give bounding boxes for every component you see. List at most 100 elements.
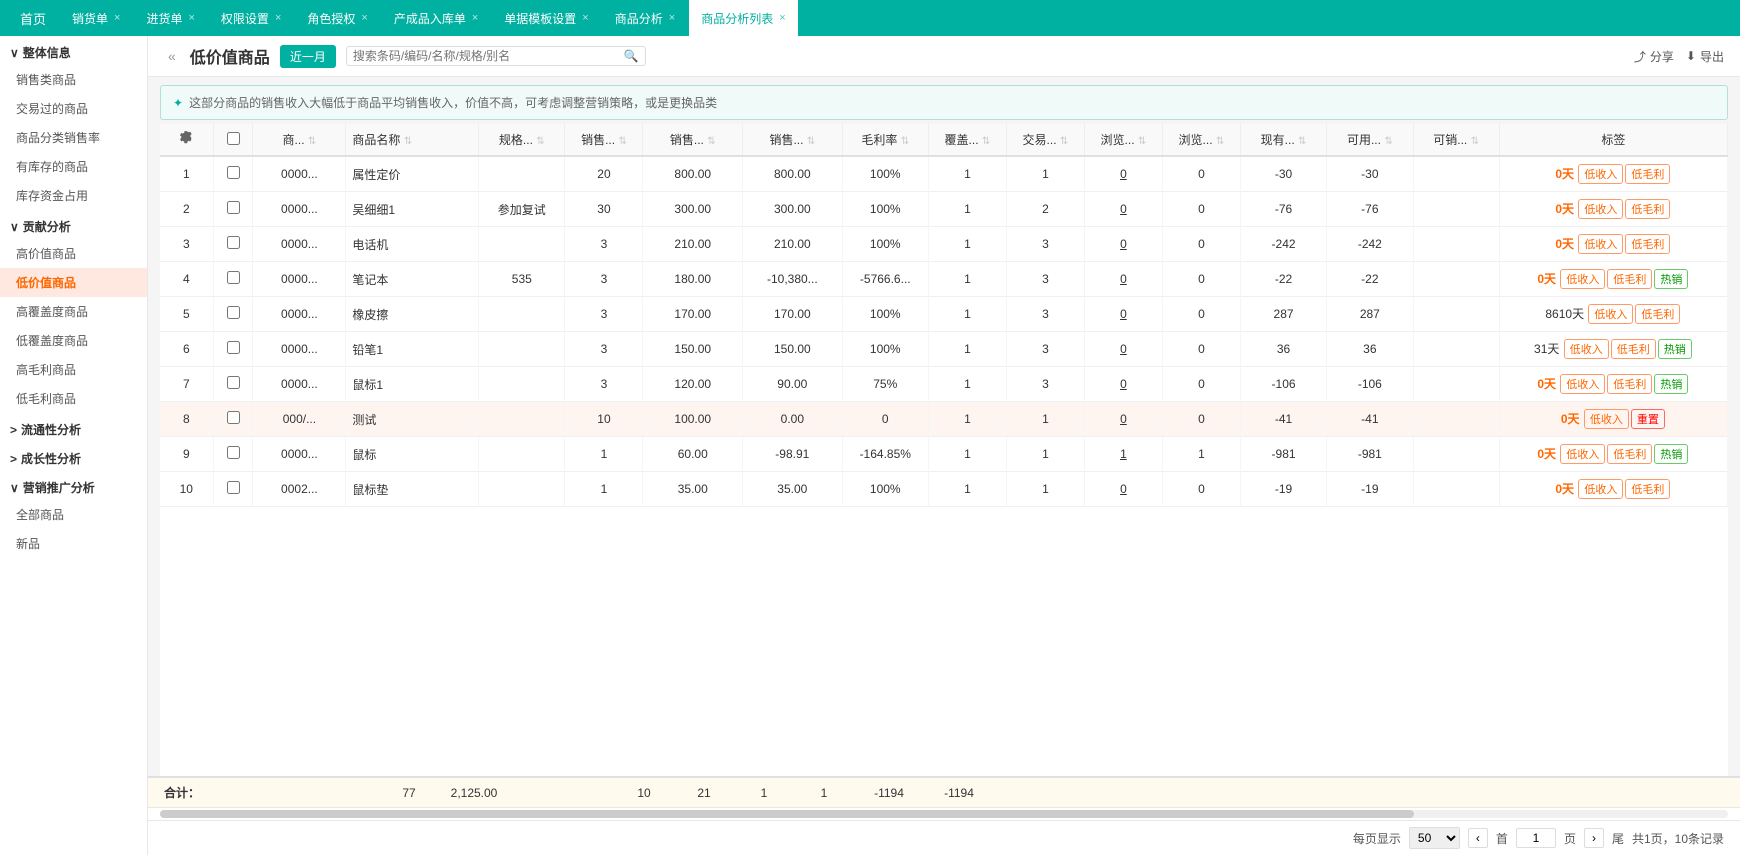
- browse1-link[interactable]: 0: [1120, 202, 1127, 216]
- share-button[interactable]: ⤴ 分享: [1634, 48, 1674, 65]
- sidebar-item-low-value[interactable]: 低价值商品: [0, 268, 147, 297]
- th-checkbox[interactable]: [213, 124, 253, 156]
- browse1-link[interactable]: 0: [1120, 307, 1127, 321]
- browse1-link[interactable]: 0: [1120, 342, 1127, 356]
- row-check[interactable]: [213, 332, 253, 367]
- nav-close-sales[interactable]: ×: [114, 12, 120, 24]
- nav-item-sales[interactable]: 销货单 ×: [60, 0, 132, 36]
- search-input[interactable]: [353, 49, 624, 63]
- row-browse1[interactable]: 0: [1084, 192, 1162, 227]
- row-checkbox[interactable]: [227, 411, 240, 424]
- row-check[interactable]: [213, 227, 253, 262]
- search-icon[interactable]: 🔍: [624, 49, 639, 63]
- row-check[interactable]: [213, 192, 253, 227]
- row-checkbox[interactable]: [227, 236, 240, 249]
- sidebar-item-traded-goods[interactable]: 交易过的商品: [0, 94, 147, 123]
- th-spec[interactable]: 规格... ⇅: [479, 124, 565, 156]
- row-checkbox[interactable]: [227, 481, 240, 494]
- nav-close-permissions[interactable]: ×: [275, 12, 281, 24]
- nav-item-roles[interactable]: 角色授权 ×: [295, 0, 379, 36]
- select-all-checkbox[interactable]: [227, 132, 240, 145]
- sidebar-item-stock-capital[interactable]: 库存资金占用: [0, 181, 147, 210]
- nav-item-goods-list[interactable]: 商品分析列表 ×: [689, 0, 797, 36]
- row-check[interactable]: [213, 367, 253, 402]
- nav-close-template[interactable]: ×: [582, 12, 588, 24]
- sidebar-item-all-goods[interactable]: 全部商品: [0, 500, 147, 529]
- row-check[interactable]: [213, 437, 253, 472]
- nav-item-permissions[interactable]: 权限设置 ×: [209, 0, 293, 36]
- sidebar-item-low-coverage[interactable]: 低覆盖度商品: [0, 326, 147, 355]
- row-checkbox[interactable]: [227, 271, 240, 284]
- browse1-link[interactable]: 0: [1120, 237, 1127, 251]
- row-checkbox[interactable]: [227, 376, 240, 389]
- next-page-button[interactable]: ›: [1584, 828, 1604, 848]
- th-tag[interactable]: 标签: [1499, 124, 1727, 156]
- th-code[interactable]: 商... ⇅: [253, 124, 346, 156]
- nav-item-purchase[interactable]: 进货单 ×: [134, 0, 206, 36]
- sidebar-group-contribution[interactable]: ∨ 贡献分析: [0, 210, 147, 239]
- nav-item-template[interactable]: 单据模板设置 ×: [492, 0, 600, 36]
- sidebar-group-growth[interactable]: > 成长性分析: [0, 442, 147, 471]
- th-cur-stock[interactable]: 现有... ⇅: [1240, 124, 1326, 156]
- row-check[interactable]: [213, 262, 253, 297]
- nav-close-goods-list[interactable]: ×: [779, 12, 785, 24]
- export-button[interactable]: ⬇ 导出: [1686, 48, 1724, 65]
- th-sale-qty[interactable]: 销售... ⇅: [565, 124, 643, 156]
- browse1-link[interactable]: 1: [1120, 447, 1127, 461]
- sidebar-item-high-margin[interactable]: 高毛利商品: [0, 355, 147, 384]
- row-checkbox[interactable]: [227, 446, 240, 459]
- nav-close-purchase[interactable]: ×: [188, 12, 194, 24]
- per-page-select[interactable]: 50 100: [1409, 827, 1460, 849]
- nav-item-home[interactable]: 首页: [8, 0, 58, 36]
- row-browse1[interactable]: 0: [1084, 156, 1162, 192]
- th-trade[interactable]: 交易... ⇅: [1006, 124, 1084, 156]
- th-sale-amt[interactable]: 销售... ⇅: [643, 124, 743, 156]
- browse1-link[interactable]: 0: [1120, 482, 1127, 496]
- h-scrollbar[interactable]: [148, 807, 1740, 820]
- th-sale-amt2[interactable]: 销售... ⇅: [743, 124, 843, 156]
- row-browse1[interactable]: 0: [1084, 332, 1162, 367]
- first-page-button[interactable]: ‹: [1468, 828, 1488, 848]
- browse1-link[interactable]: 0: [1120, 412, 1127, 426]
- row-browse1[interactable]: 0: [1084, 472, 1162, 507]
- sidebar-item-low-margin[interactable]: 低毛利商品: [0, 384, 147, 413]
- browse1-link[interactable]: 0: [1120, 377, 1127, 391]
- row-browse1[interactable]: 0: [1084, 402, 1162, 437]
- th-saleable[interactable]: 可销... ⇅: [1413, 124, 1499, 156]
- row-checkbox[interactable]: [227, 166, 240, 179]
- row-browse1[interactable]: 1: [1084, 437, 1162, 472]
- row-checkbox[interactable]: [227, 306, 240, 319]
- th-cover[interactable]: 覆盖... ⇅: [928, 124, 1006, 156]
- nav-close-products-in[interactable]: ×: [472, 12, 478, 24]
- th-gear[interactable]: [160, 124, 213, 156]
- sidebar-item-new-goods[interactable]: 新品: [0, 529, 147, 558]
- row-browse1[interactable]: 0: [1084, 227, 1162, 262]
- row-checkbox[interactable]: [227, 201, 240, 214]
- th-gross-rate[interactable]: 毛利率 ⇅: [842, 124, 928, 156]
- page-number-input[interactable]: [1516, 828, 1556, 848]
- nav-item-products-in[interactable]: 产成品入库单 ×: [382, 0, 490, 36]
- sidebar-collapse-button[interactable]: «: [164, 44, 180, 68]
- row-check[interactable]: [213, 472, 253, 507]
- sidebar-item-high-value[interactable]: 高价值商品: [0, 239, 147, 268]
- row-check[interactable]: [213, 402, 253, 437]
- th-name[interactable]: 商品名称 ⇅: [346, 124, 479, 156]
- sidebar-item-sales-goods[interactable]: 销售类商品: [0, 65, 147, 94]
- browse1-link[interactable]: 0: [1120, 167, 1127, 181]
- browse1-link[interactable]: 0: [1120, 272, 1127, 286]
- row-checkbox[interactable]: [227, 341, 240, 354]
- sidebar-group-liquidity[interactable]: > 流通性分析: [0, 413, 147, 442]
- th-browse1[interactable]: 浏览... ⇅: [1084, 124, 1162, 156]
- row-browse1[interactable]: 0: [1084, 262, 1162, 297]
- time-filter-button[interactable]: 近一月: [280, 45, 336, 68]
- th-browse2[interactable]: 浏览... ⇅: [1162, 124, 1240, 156]
- row-browse1[interactable]: 0: [1084, 367, 1162, 402]
- nav-item-goods-analysis[interactable]: 商品分析 ×: [603, 0, 687, 36]
- sidebar-item-stock-goods[interactable]: 有库存的商品: [0, 152, 147, 181]
- nav-close-goods-analysis[interactable]: ×: [669, 12, 675, 24]
- sidebar-group-marketing[interactable]: ∨ 营销推广分析: [0, 471, 147, 500]
- th-available[interactable]: 可用... ⇅: [1327, 124, 1413, 156]
- sidebar-group-overall[interactable]: ∨ 整体信息: [0, 36, 147, 65]
- row-browse1[interactable]: 0: [1084, 297, 1162, 332]
- sidebar-item-high-coverage[interactable]: 高覆盖度商品: [0, 297, 147, 326]
